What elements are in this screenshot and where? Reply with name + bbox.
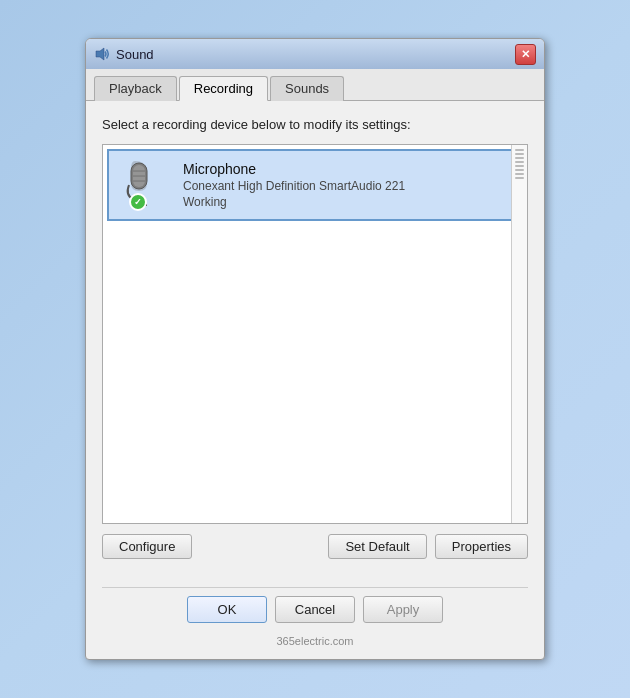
device-status: Working	[183, 195, 511, 209]
status-indicator	[129, 193, 147, 211]
scroll-line	[515, 173, 524, 175]
speaker-icon	[94, 46, 110, 62]
apply-button[interactable]: Apply	[363, 596, 443, 623]
title-bar-left: Sound	[94, 46, 154, 62]
scroll-line	[515, 161, 524, 163]
tab-recording[interactable]: Recording	[179, 76, 268, 101]
device-description: Conexant High Definition SmartAudio 221	[183, 179, 511, 193]
configure-button[interactable]: Configure	[102, 534, 192, 559]
instruction-text: Select a recording device below to modif…	[102, 117, 528, 132]
cancel-button[interactable]: Cancel	[275, 596, 355, 623]
device-action-buttons: Configure Set Default Properties	[102, 534, 528, 559]
device-icon-container	[119, 159, 171, 211]
action-row: OK Cancel Apply	[102, 587, 528, 631]
device-name: Microphone	[183, 161, 511, 177]
scroll-line	[515, 153, 524, 155]
footer: OK Cancel Apply 365electric.com	[86, 587, 544, 659]
close-button[interactable]: ✕	[515, 44, 536, 65]
list-item[interactable]: Microphone Conexant High Definition Smar…	[107, 149, 523, 221]
tab-playback[interactable]: Playback	[94, 76, 177, 101]
scroll-line	[515, 149, 524, 151]
device-info: Microphone Conexant High Definition Smar…	[183, 161, 511, 209]
scroll-line	[515, 157, 524, 159]
window-title: Sound	[116, 47, 154, 62]
tab-content: Select a recording device below to modif…	[86, 101, 544, 575]
tab-bar: Playback Recording Sounds	[86, 69, 544, 101]
properties-button[interactable]: Properties	[435, 534, 528, 559]
device-list[interactable]: Microphone Conexant High Definition Smar…	[102, 144, 528, 524]
watermark: 365electric.com	[102, 635, 528, 647]
sound-dialog: Sound ✕ Playback Recording Sounds Select…	[85, 38, 545, 660]
scroll-line	[515, 177, 524, 179]
svg-marker-0	[96, 48, 104, 60]
ok-button[interactable]: OK	[187, 596, 267, 623]
scroll-indicator	[511, 145, 527, 523]
title-bar: Sound ✕	[86, 39, 544, 69]
scroll-line	[515, 165, 524, 167]
scroll-line	[515, 169, 524, 171]
set-default-button[interactable]: Set Default	[328, 534, 426, 559]
tab-sounds[interactable]: Sounds	[270, 76, 344, 101]
